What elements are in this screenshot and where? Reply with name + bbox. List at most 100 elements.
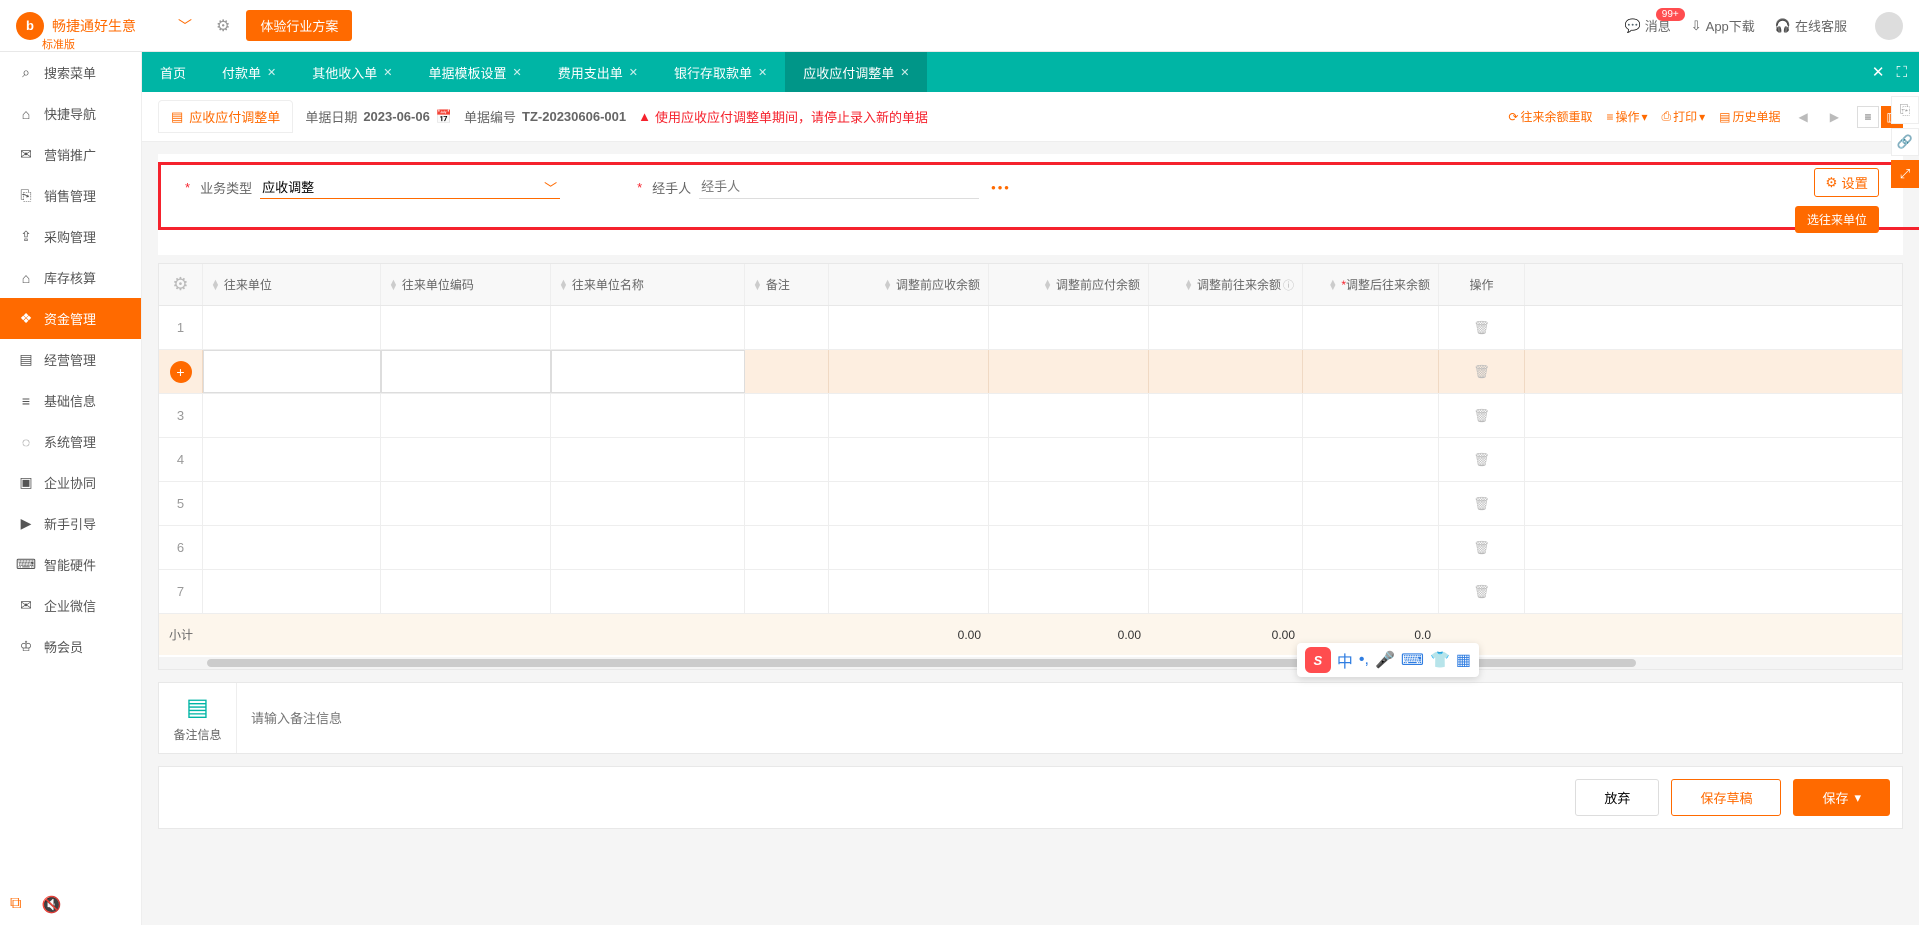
sidebar-item-label: 资金管理 [44, 309, 96, 328]
delete-icon[interactable]: 🗑 [1473, 364, 1490, 380]
sidebar-item[interactable]: ▤经营管理 [0, 339, 141, 380]
refetch-balance-link[interactable]: ⟳往来余额重取 [1508, 108, 1592, 125]
trial-button[interactable]: 体验行业方案 [246, 10, 352, 41]
table-row[interactable]: 7🗑 [159, 570, 1902, 614]
horizontal-scrollbar[interactable] [159, 657, 1902, 669]
sidebar-item[interactable]: ◌系统管理 [0, 421, 141, 462]
fullscreen-icon[interactable]: ⛶ [1896, 64, 1907, 81]
table-row[interactable]: 1🗑 [159, 306, 1902, 350]
sidebar-item[interactable]: ⌂快捷导航 [0, 93, 141, 134]
tab[interactable]: 其他收入单✕ [294, 52, 410, 92]
chevron-down-icon[interactable]: ﹀ [544, 178, 557, 197]
tab[interactable]: 银行存取款单✕ [656, 52, 785, 92]
ime-mic-icon[interactable]: 🎤 [1375, 650, 1395, 670]
sidebar-item[interactable]: ✉企业微信 [0, 585, 141, 626]
ime-grid-icon[interactable]: ▦ [1456, 650, 1471, 670]
close-icon[interactable]: ✕ [267, 66, 276, 79]
col-after[interactable]: ▲▼*调整后往来余额 [1303, 264, 1439, 305]
col-note[interactable]: ▲▼备注 [745, 264, 829, 305]
doc-date[interactable]: 单据日期 2023-06-06 📅 [305, 107, 452, 126]
logo: b 畅捷通好生意 标准版 [16, 12, 142, 40]
close-icon[interactable]: ✕ [629, 66, 638, 79]
app-download-link[interactable]: ⇩ App下载 [1691, 16, 1755, 35]
sidebar-item[interactable]: ⎘销售管理 [0, 175, 141, 216]
ime-punct-icon[interactable]: •, [1359, 651, 1369, 669]
col-bal[interactable]: ▲▼调整前往来余额ⓘ [1149, 264, 1303, 305]
settings-button[interactable]: ⚙设置 [1814, 168, 1879, 197]
sidebar-item[interactable]: ⌨智能硬件 [0, 544, 141, 585]
sidebar-item[interactable]: ⇪采购管理 [0, 216, 141, 257]
close-icon[interactable]: ✕ [900, 66, 909, 79]
delete-icon[interactable]: 🗑 [1473, 540, 1490, 556]
collapse-icon[interactable]: ⧉ [10, 895, 21, 915]
table-row[interactable]: 3🗑 [159, 394, 1902, 438]
org-selector[interactable]: ﹀ [158, 12, 204, 40]
close-icon[interactable]: ✕ [513, 66, 522, 79]
table-settings-icon[interactable]: ⚙ [172, 274, 188, 295]
rail-expand-icon[interactable]: ⤢ [1891, 160, 1919, 188]
biz-type-input[interactable] [260, 175, 560, 199]
tab[interactable]: 付款单✕ [204, 52, 294, 92]
remarks-input[interactable] [237, 683, 1902, 753]
prev-doc-icon[interactable]: ◀ [1795, 110, 1812, 124]
sidebar-icon: ♔ [18, 639, 34, 655]
tab[interactable]: 应收应付调整单✕ [785, 52, 927, 92]
ops-dropdown[interactable]: ≡操作 ▾ [1606, 108, 1647, 125]
rail-link-icon[interactable]: 🔗 [1891, 128, 1919, 156]
view-compact-icon[interactable]: ≡ [1857, 106, 1879, 128]
sidebar-item[interactable]: ⌕搜索菜单 [0, 52, 141, 93]
ime-keyboard-icon[interactable]: ⌨ [1401, 650, 1424, 670]
support-link[interactable]: 🎧 在线客服 [1775, 16, 1847, 35]
table-row[interactable]: 4🗑 [159, 438, 1902, 482]
warning-icon: ▲ [638, 109, 651, 124]
handler-field[interactable]: * 经手人 ••• [637, 175, 1011, 199]
print-dropdown[interactable]: ⎙打印 ▾ [1662, 108, 1706, 125]
discard-button[interactable]: 放弃 [1575, 779, 1659, 816]
tab[interactable]: 单据模板设置✕ [410, 52, 539, 92]
col-unit[interactable]: ▲▼往来单位 [203, 264, 381, 305]
history-icon: ▤ [1719, 110, 1730, 124]
tab[interactable]: 费用支出单✕ [540, 52, 656, 92]
add-row-button[interactable]: + [170, 361, 192, 383]
ime-toolbar[interactable]: S 中 •, 🎤 ⌨ 👕 ▦ [1297, 643, 1479, 677]
save-button[interactable]: 保存▾ [1793, 779, 1890, 816]
gear-icon[interactable]: ⚙ [216, 16, 230, 36]
next-doc-icon[interactable]: ▶ [1826, 110, 1843, 124]
table-row[interactable]: 5🗑 [159, 482, 1902, 526]
ime-shirt-icon[interactable]: 👕 [1430, 650, 1450, 670]
sidebar-item[interactable]: ❖资金管理 [0, 298, 141, 339]
table-row[interactable]: +🗑 [159, 350, 1902, 394]
history-link[interactable]: ▤历史单据 [1719, 108, 1780, 125]
tab[interactable]: 首页 [142, 52, 204, 92]
col-pay[interactable]: ▲▼调整前应付余额 [989, 264, 1149, 305]
close-all-icon[interactable]: ✕ [1872, 63, 1885, 81]
close-icon[interactable]: ✕ [758, 66, 767, 79]
table-row[interactable]: 6🗑 [159, 526, 1902, 570]
help-icon[interactable]: ⓘ [1283, 277, 1294, 293]
delete-icon[interactable]: 🗑 [1473, 408, 1490, 424]
close-icon[interactable]: ✕ [383, 66, 392, 79]
sidebar-item[interactable]: ✉营销推广 [0, 134, 141, 175]
sidebar-item[interactable]: ≡基础信息 [0, 380, 141, 421]
delete-icon[interactable]: 🗑 [1473, 496, 1490, 512]
sidebar-item[interactable]: ▣企业协同 [0, 462, 141, 503]
avatar[interactable] [1875, 12, 1903, 40]
sidebar-item[interactable]: ⌂库存核算 [0, 257, 141, 298]
col-name[interactable]: ▲▼往来单位名称 [551, 264, 745, 305]
delete-icon[interactable]: 🗑 [1473, 584, 1490, 600]
sidebar-item[interactable]: ♔畅会员 [0, 626, 141, 667]
col-code[interactable]: ▲▼往来单位编码 [381, 264, 551, 305]
save-draft-button[interactable]: 保存草稿 [1671, 779, 1781, 816]
messages-link[interactable]: 💬 消息 99+ [1625, 16, 1671, 35]
sidebar-item[interactable]: ▶新手引导 [0, 503, 141, 544]
delete-icon[interactable]: 🗑 [1473, 452, 1490, 468]
delete-icon[interactable]: 🗑 [1473, 320, 1490, 336]
handler-input[interactable] [699, 175, 979, 199]
sound-icon[interactable]: 🔇 [41, 895, 61, 915]
more-icon[interactable]: ••• [991, 180, 1011, 195]
biz-type-field[interactable]: * 业务类型 ﹀ [185, 175, 557, 199]
col-recv[interactable]: ▲▼调整前应收余额 [829, 264, 989, 305]
ime-lang[interactable]: 中 [1337, 648, 1353, 672]
rail-copy-icon[interactable]: ⎘ [1891, 96, 1919, 124]
select-unit-button[interactable]: 选往来单位 [1795, 206, 1879, 233]
